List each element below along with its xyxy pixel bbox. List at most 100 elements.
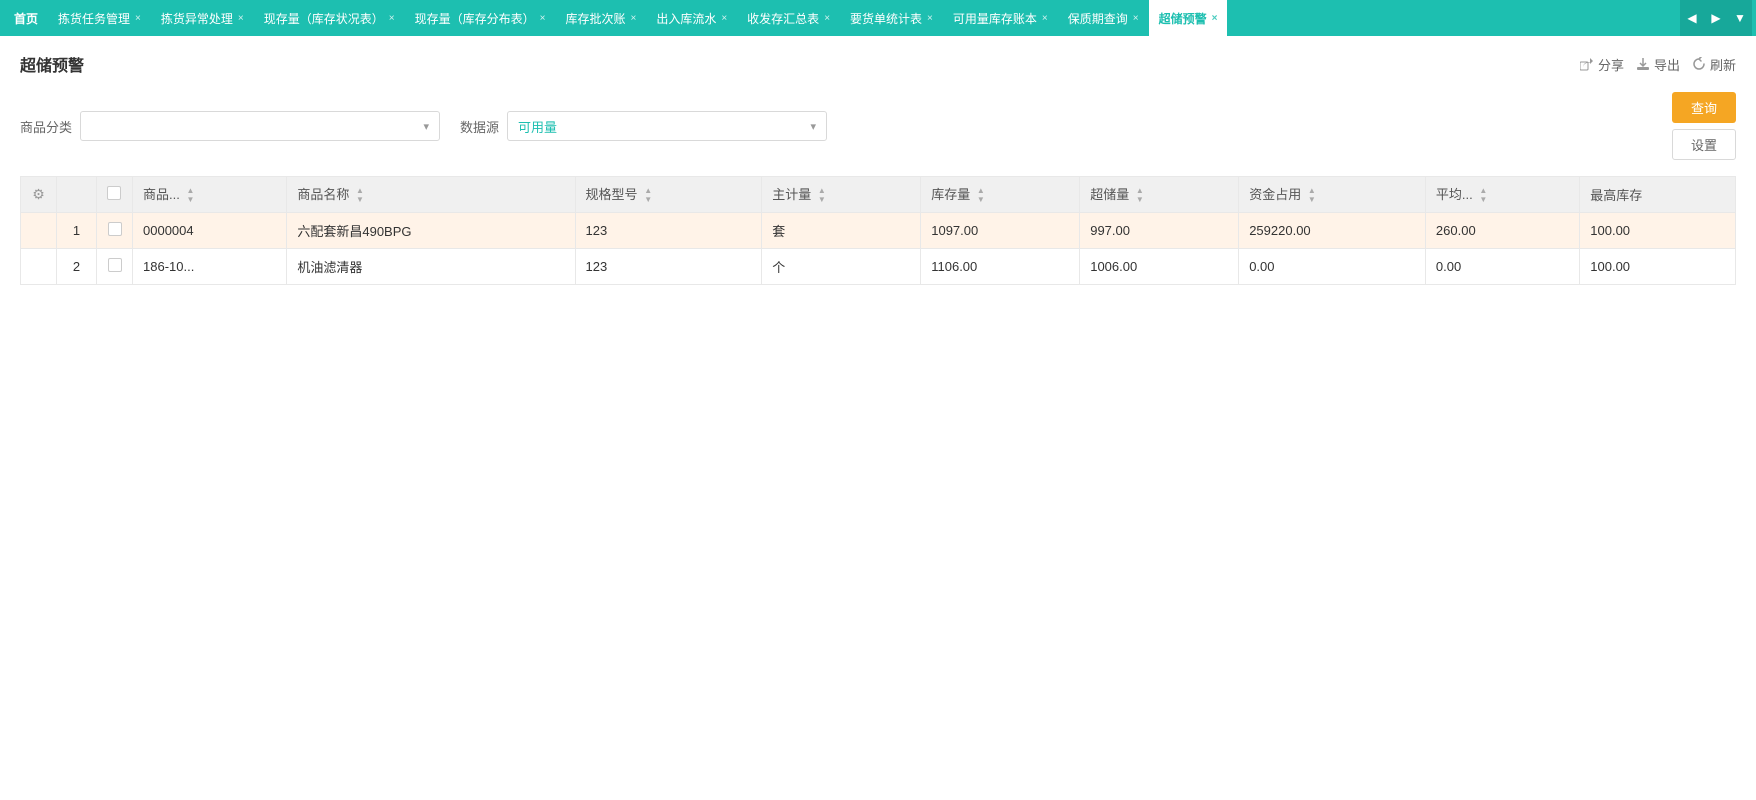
col-header-capital[interactable]: 资金占用 ▲▼ bbox=[1239, 177, 1426, 213]
page-header: 超储预警 分享 导出 刷新 bbox=[20, 52, 1736, 76]
row-max-stock: 100.00 bbox=[1580, 249, 1736, 285]
row-checkbox[interactable] bbox=[108, 258, 122, 272]
col-header-num bbox=[57, 177, 97, 213]
data-table: ⚙ 商品... ▲▼ 商品名称 ▲▼ 规格型号 ▲▼ bbox=[20, 176, 1736, 285]
query-button[interactable]: 查询 bbox=[1672, 92, 1736, 123]
category-label: 商品分类 bbox=[20, 117, 72, 136]
row-capital: 0.00 bbox=[1239, 249, 1426, 285]
nav-prev-button[interactable]: ◀ bbox=[1680, 0, 1704, 36]
sort-icon[interactable]: ▲▼ bbox=[977, 187, 985, 205]
close-icon[interactable]: × bbox=[1042, 13, 1048, 24]
chevron-down-icon: ▾ bbox=[423, 120, 429, 133]
page-title: 超储预警 bbox=[20, 52, 84, 76]
row-stock: 1106.00 bbox=[921, 249, 1080, 285]
row-avg: 0.00 bbox=[1425, 249, 1579, 285]
row-stock: 1097.00 bbox=[921, 213, 1080, 249]
nav-tab-batch-account[interactable]: 库存批次账 × bbox=[555, 0, 646, 36]
row-checkbox[interactable] bbox=[108, 222, 122, 236]
nav-arrows: ◀ ▶ ▼ bbox=[1680, 0, 1752, 36]
row-unit: 套 bbox=[762, 213, 921, 249]
gear-icon[interactable]: ⚙ bbox=[31, 186, 46, 203]
refresh-button[interactable]: 刷新 bbox=[1692, 55, 1736, 74]
row-product-name: 六配套新昌490BPG bbox=[287, 213, 575, 249]
col-header-spec[interactable]: 规格型号 ▲▼ bbox=[575, 177, 762, 213]
row-unit: 个 bbox=[762, 249, 921, 285]
sort-icon[interactable]: ▲▼ bbox=[356, 187, 364, 205]
row-num: 1 bbox=[57, 213, 97, 249]
col-header-product-name[interactable]: 商品名称 ▲▼ bbox=[287, 177, 575, 213]
refresh-icon bbox=[1692, 57, 1706, 71]
row-product-name: 机油滤清器 bbox=[287, 249, 575, 285]
table-row: 2 186-10... 机油滤清器 123 个 1106.00 1006.00 … bbox=[21, 249, 1736, 285]
settings-button[interactable]: 设置 bbox=[1672, 129, 1736, 160]
row-gear-cell bbox=[21, 213, 57, 249]
close-icon[interactable]: × bbox=[1212, 13, 1218, 24]
nav-menu-button[interactable]: ▼ bbox=[1728, 0, 1752, 36]
row-avg: 260.00 bbox=[1425, 213, 1579, 249]
sort-icon[interactable]: ▲▼ bbox=[644, 187, 652, 205]
col-header-product-code[interactable]: 商品... ▲▼ bbox=[133, 177, 287, 213]
top-navigation: 首页 拣货任务管理 × 拣货异常处理 × 现存量（库存状况表） × 现存量（库存… bbox=[0, 0, 1756, 36]
page-content: 超储预警 分享 导出 刷新 bbox=[0, 36, 1756, 800]
close-icon[interactable]: × bbox=[238, 13, 244, 24]
category-select[interactable]: ▾ bbox=[80, 111, 440, 141]
close-icon[interactable]: × bbox=[927, 13, 933, 24]
datasource-select[interactable]: 可用量 ▾ bbox=[507, 111, 827, 141]
nav-tab-order-stat[interactable]: 要货单统计表 × bbox=[840, 0, 943, 36]
row-capital: 259220.00 bbox=[1239, 213, 1426, 249]
export-button[interactable]: 导出 bbox=[1636, 55, 1680, 74]
row-checkbox-cell[interactable] bbox=[97, 249, 133, 285]
share-icon bbox=[1580, 57, 1594, 71]
table-row: 1 0000004 六配套新昌490BPG 123 套 1097.00 997.… bbox=[21, 213, 1736, 249]
row-product-code: 0000004 bbox=[133, 213, 287, 249]
nav-tab-pick-abnormal[interactable]: 拣货异常处理 × bbox=[151, 0, 254, 36]
close-icon[interactable]: × bbox=[824, 13, 830, 24]
nav-tab-stock-status[interactable]: 现存量（库存状况表） × bbox=[254, 0, 405, 36]
share-button[interactable]: 分享 bbox=[1580, 55, 1624, 74]
row-num: 2 bbox=[57, 249, 97, 285]
close-icon[interactable]: × bbox=[1133, 13, 1139, 24]
col-header-unit[interactable]: 主计量 ▲▼ bbox=[762, 177, 921, 213]
row-gear-cell bbox=[21, 249, 57, 285]
close-icon[interactable]: × bbox=[135, 13, 141, 24]
datasource-label: 数据源 bbox=[460, 117, 499, 136]
row-overstock: 1006.00 bbox=[1080, 249, 1239, 285]
category-filter: 商品分类 ▾ bbox=[20, 111, 440, 141]
nav-tab-pick-task[interactable]: 拣货任务管理 × bbox=[48, 0, 151, 36]
nav-tab-available[interactable]: 可用量库存账本 × bbox=[943, 0, 1058, 36]
nav-tab-summary[interactable]: 收发存汇总表 × bbox=[737, 0, 840, 36]
row-overstock: 997.00 bbox=[1080, 213, 1239, 249]
datasource-value: 可用量 bbox=[518, 117, 557, 136]
row-spec: 123 bbox=[575, 249, 762, 285]
col-header-stock[interactable]: 库存量 ▲▼ bbox=[921, 177, 1080, 213]
close-icon[interactable]: × bbox=[721, 13, 727, 24]
datasource-filter: 数据源 可用量 ▾ bbox=[460, 111, 827, 141]
export-icon bbox=[1636, 57, 1650, 71]
close-icon[interactable]: × bbox=[540, 13, 546, 24]
nav-tab-expiry[interactable]: 保质期查询 × bbox=[1058, 0, 1149, 36]
sort-icon[interactable]: ▲▼ bbox=[1308, 187, 1316, 205]
sort-icon[interactable]: ▲▼ bbox=[1136, 187, 1144, 205]
select-all-checkbox[interactable] bbox=[107, 186, 121, 200]
col-header-avg[interactable]: 平均... ▲▼ bbox=[1425, 177, 1579, 213]
row-spec: 123 bbox=[575, 213, 762, 249]
header-actions: 分享 导出 刷新 bbox=[1580, 55, 1736, 74]
table-header-row: ⚙ 商品... ▲▼ 商品名称 ▲▼ 规格型号 ▲▼ bbox=[21, 177, 1736, 213]
sort-icon[interactable]: ▲▼ bbox=[186, 187, 194, 205]
col-header-max-stock[interactable]: 最高库存 bbox=[1580, 177, 1736, 213]
sort-icon[interactable]: ▲▼ bbox=[818, 187, 826, 205]
chevron-down-icon: ▾ bbox=[811, 120, 817, 133]
col-header-gear[interactable]: ⚙ bbox=[21, 177, 57, 213]
nav-tab-home[interactable]: 首页 bbox=[4, 0, 48, 36]
sort-icon[interactable]: ▲▼ bbox=[1479, 187, 1487, 205]
close-icon[interactable]: × bbox=[630, 13, 636, 24]
col-header-checkbox[interactable] bbox=[97, 177, 133, 213]
close-icon[interactable]: × bbox=[389, 13, 395, 24]
nav-tab-overstock[interactable]: 超储预警 × bbox=[1149, 0, 1228, 36]
col-header-overstock[interactable]: 超储量 ▲▼ bbox=[1080, 177, 1239, 213]
row-max-stock: 100.00 bbox=[1580, 213, 1736, 249]
nav-tab-flow[interactable]: 出入库流水 × bbox=[646, 0, 737, 36]
row-checkbox-cell[interactable] bbox=[97, 213, 133, 249]
nav-tab-stock-dist[interactable]: 现存量（库存分布表） × bbox=[405, 0, 556, 36]
nav-next-button[interactable]: ▶ bbox=[1704, 0, 1728, 36]
